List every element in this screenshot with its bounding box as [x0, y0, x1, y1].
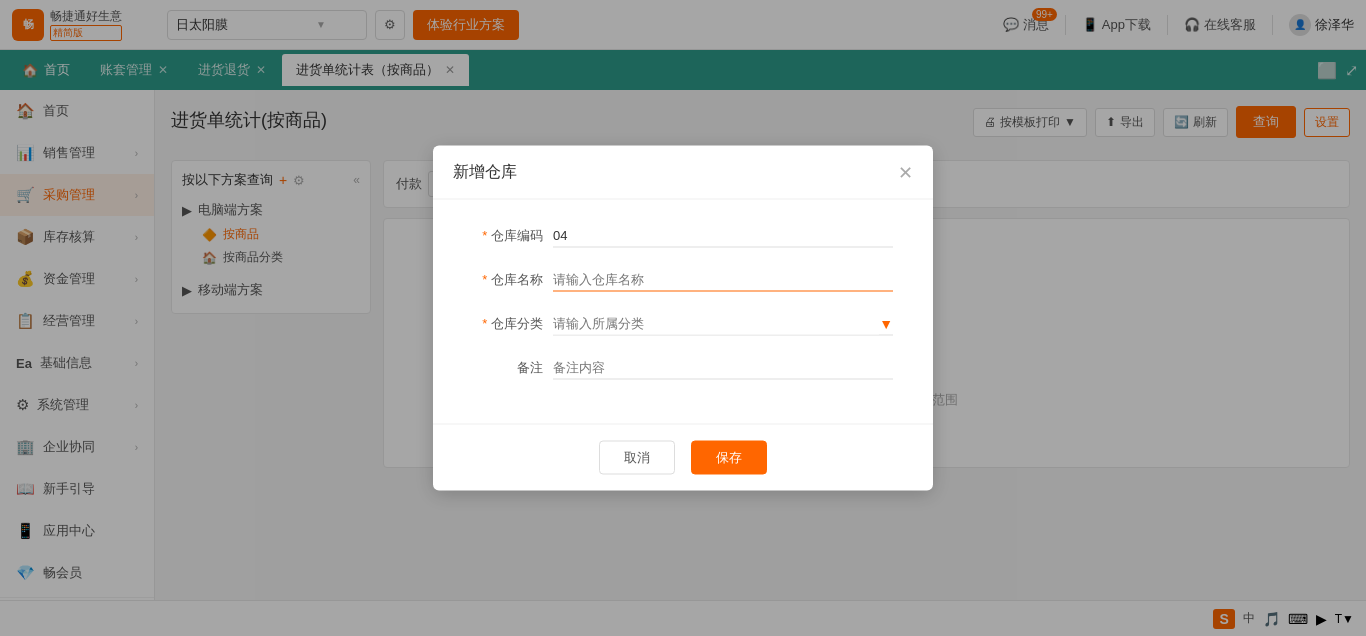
category-input[interactable] [553, 312, 879, 335]
save-button[interactable]: 保存 [691, 441, 767, 475]
name-label: * 仓库名称 [473, 271, 553, 289]
modal-footer: 取消 保存 [433, 424, 933, 491]
form-row-name: * 仓库名称 [473, 268, 893, 292]
code-input[interactable] [553, 224, 893, 248]
code-label: * 仓库编码 [473, 227, 553, 245]
category-dropdown-icon: ▼ [879, 315, 893, 331]
remark-input[interactable] [553, 356, 893, 380]
modal-close-button[interactable]: ✕ [898, 163, 913, 181]
cancel-button[interactable]: 取消 [599, 441, 675, 475]
add-warehouse-modal: 新增仓库 ✕ * 仓库编码 * 仓库名称 * 仓库分类 [433, 146, 933, 491]
category-label: * 仓库分类 [473, 315, 553, 333]
form-row-code: * 仓库编码 [473, 224, 893, 248]
form-row-remark: 备注 [473, 356, 893, 380]
category-select-wrap[interactable]: ▼ [553, 312, 893, 336]
modal-header: 新增仓库 ✕ [433, 146, 933, 200]
modal-title: 新增仓库 [453, 162, 517, 183]
modal-body: * 仓库编码 * 仓库名称 * 仓库分类 ▼ [433, 200, 933, 424]
remark-label: 备注 [473, 359, 553, 377]
form-row-category: * 仓库分类 ▼ [473, 312, 893, 336]
name-input[interactable] [553, 268, 893, 292]
